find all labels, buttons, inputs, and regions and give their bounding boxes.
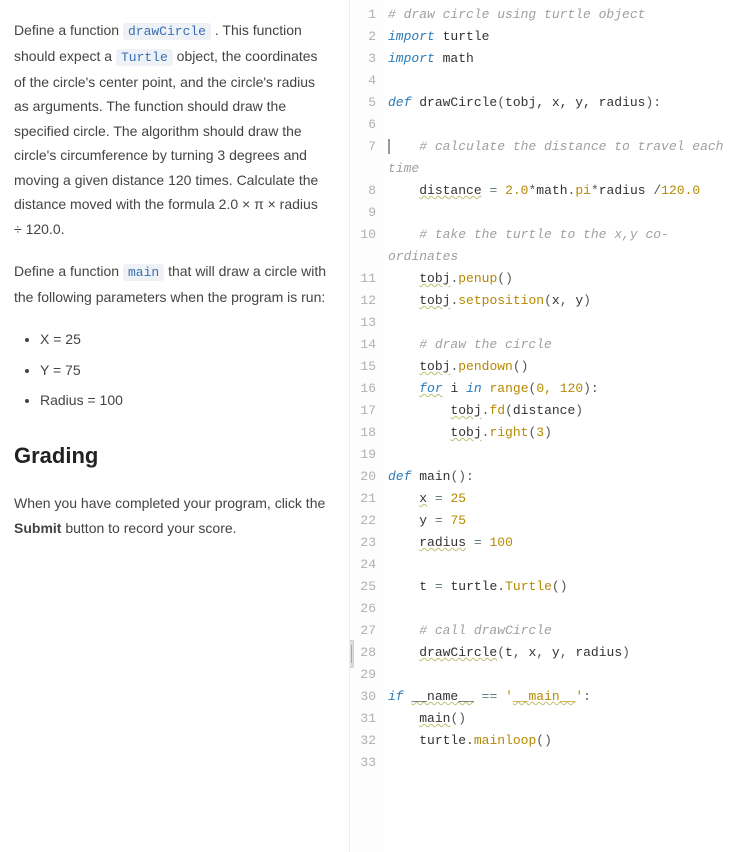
- code-line[interactable]: [388, 312, 752, 334]
- line-number: 2: [350, 26, 376, 48]
- list-item: Y = 75: [40, 358, 327, 383]
- code-inline-drawcircle: drawCircle: [123, 23, 211, 40]
- line-number: 4: [350, 70, 376, 92]
- code-line[interactable]: turtle.mainloop(): [388, 730, 752, 752]
- list-item: X = 25: [40, 327, 327, 352]
- code-line[interactable]: # draw circle using turtle object: [388, 4, 752, 26]
- line-number: 31: [350, 708, 376, 730]
- code-line[interactable]: [388, 70, 752, 92]
- code-line[interactable]: [388, 114, 752, 136]
- code-inline-main: main: [123, 264, 164, 281]
- line-number: 17: [350, 400, 376, 422]
- line-number: 9: [350, 202, 376, 224]
- line-number: 14: [350, 334, 376, 356]
- line-number: 11: [350, 268, 376, 290]
- parameters-list: X = 25 Y = 75 Radius = 100: [26, 327, 327, 413]
- submit-text: Submit: [14, 520, 61, 536]
- code-line[interactable]: [388, 664, 752, 686]
- code-line[interactable]: [388, 598, 752, 620]
- line-number: 16: [350, 378, 376, 400]
- code-line[interactable]: tobj.pendown(): [388, 356, 752, 378]
- line-number: 1: [350, 4, 376, 26]
- code-area[interactable]: # draw circle using turtle objectimport …: [384, 0, 752, 852]
- line-number-wrap: [350, 246, 376, 268]
- line-number: 23: [350, 532, 376, 554]
- code-line[interactable]: if __name__ == '__main__':: [388, 686, 752, 708]
- line-number: 19: [350, 444, 376, 466]
- instruction-para-2: Define a function main that will draw a …: [14, 259, 327, 309]
- code-line[interactable]: [388, 554, 752, 576]
- code-line[interactable]: import math: [388, 48, 752, 70]
- line-number: 26: [350, 598, 376, 620]
- code-line[interactable]: tobj.penup(): [388, 268, 752, 290]
- code-line[interactable]: # take the turtle to the x,y co-: [388, 224, 752, 246]
- line-number: 32: [350, 730, 376, 752]
- code-line[interactable]: # call drawCircle: [388, 620, 752, 642]
- line-number: 13: [350, 312, 376, 334]
- line-number: 8: [350, 180, 376, 202]
- line-number: 22: [350, 510, 376, 532]
- code-line[interactable]: def drawCircle(tobj, x, y, radius):: [388, 92, 752, 114]
- line-number: 12: [350, 290, 376, 312]
- code-line[interactable]: import turtle: [388, 26, 752, 48]
- line-number: 33: [350, 752, 376, 774]
- line-number: 10: [350, 224, 376, 246]
- code-line[interactable]: [388, 444, 752, 466]
- instruction-para-3: When you have completed your program, cl…: [14, 491, 327, 540]
- code-line[interactable]: tobj.setposition(x, y): [388, 290, 752, 312]
- line-number-wrap: [350, 158, 376, 180]
- grading-heading: Grading: [14, 437, 327, 476]
- line-number: 29: [350, 664, 376, 686]
- code-line-wrap[interactable]: time: [388, 158, 752, 180]
- line-number: 27: [350, 620, 376, 642]
- splitter-handle[interactable]: [350, 640, 354, 668]
- instructions-panel: Define a function drawCircle . This func…: [0, 0, 350, 852]
- code-line[interactable]: # calculate the distance to travel each: [388, 136, 752, 158]
- code-line[interactable]: for i in range(0, 120):: [388, 378, 752, 400]
- code-line[interactable]: t = turtle.Turtle(): [388, 576, 752, 598]
- code-line[interactable]: [388, 202, 752, 224]
- code-inline-turtle: Turtle: [116, 49, 173, 66]
- line-number: 25: [350, 576, 376, 598]
- line-number: 5: [350, 92, 376, 114]
- code-line-wrap[interactable]: ordinates: [388, 246, 752, 268]
- code-line[interactable]: distance = 2.0*math.pi*radius /120.0: [388, 180, 752, 202]
- code-line[interactable]: tobj.right(3): [388, 422, 752, 444]
- text-cursor: [388, 139, 390, 154]
- code-line[interactable]: drawCircle(t, x, y, radius): [388, 642, 752, 664]
- instruction-para-1: Define a function drawCircle . This func…: [14, 18, 327, 241]
- line-number: 21: [350, 488, 376, 510]
- line-gutter: 1234567891011121314151617181920212223242…: [350, 0, 384, 852]
- code-editor[interactable]: 1234567891011121314151617181920212223242…: [350, 0, 752, 852]
- line-number: 6: [350, 114, 376, 136]
- line-number: 3: [350, 48, 376, 70]
- code-line[interactable]: radius = 100: [388, 532, 752, 554]
- list-item: Radius = 100: [40, 388, 327, 413]
- code-line[interactable]: def main():: [388, 466, 752, 488]
- code-line[interactable]: [388, 752, 752, 774]
- line-number: 20: [350, 466, 376, 488]
- line-number: 30: [350, 686, 376, 708]
- code-line[interactable]: x = 25: [388, 488, 752, 510]
- code-line[interactable]: tobj.fd(distance): [388, 400, 752, 422]
- code-line[interactable]: main(): [388, 708, 752, 730]
- code-line[interactable]: y = 75: [388, 510, 752, 532]
- line-number: 18: [350, 422, 376, 444]
- line-number: 7: [350, 136, 376, 158]
- line-number: 15: [350, 356, 376, 378]
- code-line[interactable]: # draw the circle: [388, 334, 752, 356]
- line-number: 24: [350, 554, 376, 576]
